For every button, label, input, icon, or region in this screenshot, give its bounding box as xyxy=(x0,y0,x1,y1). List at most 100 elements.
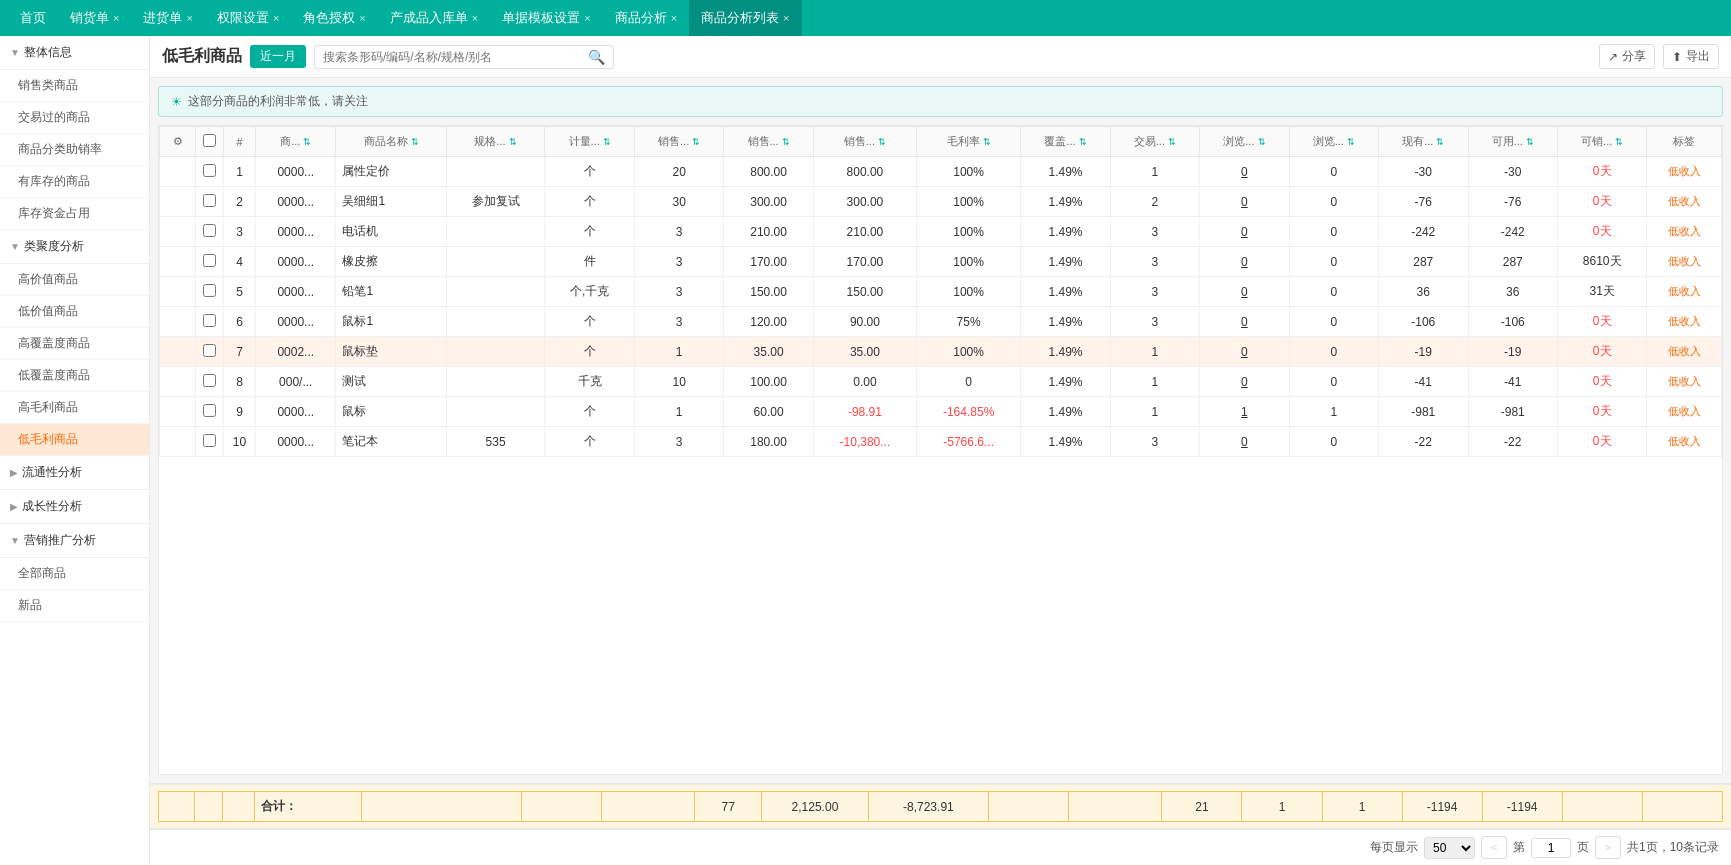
cell-views1[interactable]: 0 xyxy=(1200,217,1289,247)
sidebar-item-high-coverage[interactable]: 高覆盖度商品 xyxy=(0,328,149,360)
col-coverage[interactable]: 覆盖... ⇅ xyxy=(1021,127,1110,157)
cell-checkbox[interactable] xyxy=(196,337,224,367)
row-checkbox[interactable] xyxy=(203,344,216,357)
nav-product-analysis-list[interactable]: 商品分析列表 × xyxy=(689,0,801,36)
table-footer: 合计： 77 2,125.00 -8,723.91 21 1 1 -1194 -… xyxy=(150,783,1731,829)
nav-close-icon[interactable]: × xyxy=(186,12,192,24)
cell-views1[interactable]: 0 xyxy=(1200,187,1289,217)
col-views1[interactable]: 浏览... ⇅ xyxy=(1200,127,1289,157)
cell-unit: 个 xyxy=(545,307,634,337)
col-stock[interactable]: 现有... ⇅ xyxy=(1379,127,1468,157)
nav-role-auth[interactable]: 角色授权 × xyxy=(291,0,377,36)
cell-checkbox[interactable] xyxy=(196,187,224,217)
date-filter-button[interactable]: 近一月 xyxy=(250,45,306,68)
per-page-select[interactable]: 50 20 100 xyxy=(1424,837,1475,859)
sidebar-item-new-products[interactable]: 新品 xyxy=(0,590,149,622)
col-views2[interactable]: 浏览... ⇅ xyxy=(1289,127,1378,157)
sidebar-item-low-value[interactable]: 低价值商品 xyxy=(0,296,149,328)
col-unit[interactable]: 计量... ⇅ xyxy=(545,127,634,157)
nav-close-icon[interactable]: × xyxy=(671,12,677,24)
cell-views1[interactable]: 0 xyxy=(1200,307,1289,337)
cell-checkbox[interactable] xyxy=(196,277,224,307)
footer-unit-empty xyxy=(601,792,694,822)
search-input[interactable] xyxy=(323,50,588,64)
cell-available: 36 xyxy=(1468,277,1557,307)
sidebar-item-in-stock-products[interactable]: 有库存的商品 xyxy=(0,166,149,198)
nav-home[interactable]: 首页 xyxy=(8,0,58,36)
footer-margin-empty xyxy=(988,792,1068,822)
nav-close-icon[interactable]: × xyxy=(273,12,279,24)
row-checkbox[interactable] xyxy=(203,434,216,447)
row-checkbox[interactable] xyxy=(203,374,216,387)
nav-permission-settings[interactable]: 权限设置 × xyxy=(205,0,291,36)
col-spec[interactable]: 规格... ⇅ xyxy=(446,127,545,157)
cell-saleable: 0天 xyxy=(1557,157,1646,187)
sidebar-item-traded-products[interactable]: 交易过的商品 xyxy=(0,102,149,134)
cell-views1[interactable]: 1 xyxy=(1200,397,1289,427)
page-number-input[interactable] xyxy=(1531,838,1571,858)
sidebar-section-marketing[interactable]: ▼ 营销推广分析 xyxy=(0,524,149,558)
col-amount[interactable]: 销售... ⇅ xyxy=(724,127,813,157)
nav-sales-order[interactable]: 销货单 × xyxy=(58,0,131,36)
export-button[interactable]: ⬆ 导出 xyxy=(1663,44,1719,69)
row-checkbox[interactable] xyxy=(203,314,216,327)
nav-product-analysis[interactable]: 商品分析 × xyxy=(603,0,689,36)
cell-views1[interactable]: 0 xyxy=(1200,157,1289,187)
col-code[interactable]: 商... ⇅ xyxy=(256,127,336,157)
share-button[interactable]: ↗ 分享 xyxy=(1599,44,1655,69)
cell-checkbox[interactable] xyxy=(196,397,224,427)
sidebar-item-sales-products[interactable]: 销售类商品 xyxy=(0,70,149,102)
sidebar-item-stock-capital[interactable]: 库存资金占用 xyxy=(0,198,149,230)
nav-close-icon[interactable]: × xyxy=(472,12,478,24)
col-trade[interactable]: 交易... ⇅ xyxy=(1110,127,1199,157)
nav-template-settings[interactable]: 单据模板设置 × xyxy=(490,0,602,36)
row-checkbox[interactable] xyxy=(203,254,216,267)
cell-checkbox[interactable] xyxy=(196,217,224,247)
sidebar-item-low-margin[interactable]: 低毛利商品 xyxy=(0,424,149,456)
sidebar-section-overall[interactable]: ▼ 整体信息 xyxy=(0,36,149,70)
cell-views1[interactable]: 0 xyxy=(1200,367,1289,397)
cell-checkbox[interactable] xyxy=(196,247,224,277)
table-container[interactable]: ⚙ # 商... ⇅ 商品名称 ⇅ 规格... ⇅ 计量... ⇅ 销售... … xyxy=(158,125,1723,775)
col-checkbox[interactable] xyxy=(196,127,224,157)
nav-close-icon[interactable]: × xyxy=(113,12,119,24)
next-page-button[interactable]: ＞ xyxy=(1595,836,1621,859)
nav-product-inbound[interactable]: 产成品入库单 × xyxy=(378,0,490,36)
cell-tag: 低收入 xyxy=(1647,277,1722,307)
nav-close-icon[interactable]: × xyxy=(584,12,590,24)
row-checkbox[interactable] xyxy=(203,404,216,417)
select-all-checkbox[interactable] xyxy=(203,134,216,147)
row-checkbox[interactable] xyxy=(203,164,216,177)
sidebar-item-low-coverage[interactable]: 低覆盖度商品 xyxy=(0,360,149,392)
cell-views1[interactable]: 0 xyxy=(1200,247,1289,277)
row-checkbox[interactable] xyxy=(203,284,216,297)
sidebar-item-all-products[interactable]: 全部商品 xyxy=(0,558,149,590)
search-icon[interactable]: 🔍 xyxy=(588,49,605,65)
nav-purchase-order[interactable]: 进货单 × xyxy=(131,0,204,36)
cell-views1[interactable]: 0 xyxy=(1200,427,1289,457)
row-checkbox[interactable] xyxy=(203,224,216,237)
col-qty[interactable]: 销售... ⇅ xyxy=(634,127,723,157)
cell-checkbox[interactable] xyxy=(196,367,224,397)
cell-checkbox[interactable] xyxy=(196,157,224,187)
cell-views1[interactable]: 0 xyxy=(1200,277,1289,307)
cell-checkbox[interactable] xyxy=(196,427,224,457)
col-name[interactable]: 商品名称 ⇅ xyxy=(336,127,446,157)
row-checkbox[interactable] xyxy=(203,194,216,207)
col-settings[interactable]: ⚙ xyxy=(160,127,196,157)
sidebar-section-growth[interactable]: ▶ 成长性分析 xyxy=(0,490,149,524)
cell-checkbox[interactable] xyxy=(196,307,224,337)
col-margin[interactable]: 毛利率 ⇅ xyxy=(917,127,1021,157)
cell-views1[interactable]: 0 xyxy=(1200,337,1289,367)
sidebar-item-high-margin[interactable]: 高毛利商品 xyxy=(0,392,149,424)
nav-close-icon[interactable]: × xyxy=(359,12,365,24)
col-available[interactable]: 可用... ⇅ xyxy=(1468,127,1557,157)
sidebar-section-cluster[interactable]: ▼ 类聚度分析 xyxy=(0,230,149,264)
sidebar-section-liquidity[interactable]: ▶ 流通性分析 xyxy=(0,456,149,490)
sidebar-item-category-sales-rate[interactable]: 商品分类助销率 xyxy=(0,134,149,166)
col-saleable[interactable]: 可销... ⇅ xyxy=(1557,127,1646,157)
prev-page-button[interactable]: ＜ xyxy=(1481,836,1507,859)
nav-close-icon[interactable]: × xyxy=(783,12,789,24)
col-profit[interactable]: 销售... ⇅ xyxy=(813,127,916,157)
sidebar-item-high-value[interactable]: 高价值商品 xyxy=(0,264,149,296)
